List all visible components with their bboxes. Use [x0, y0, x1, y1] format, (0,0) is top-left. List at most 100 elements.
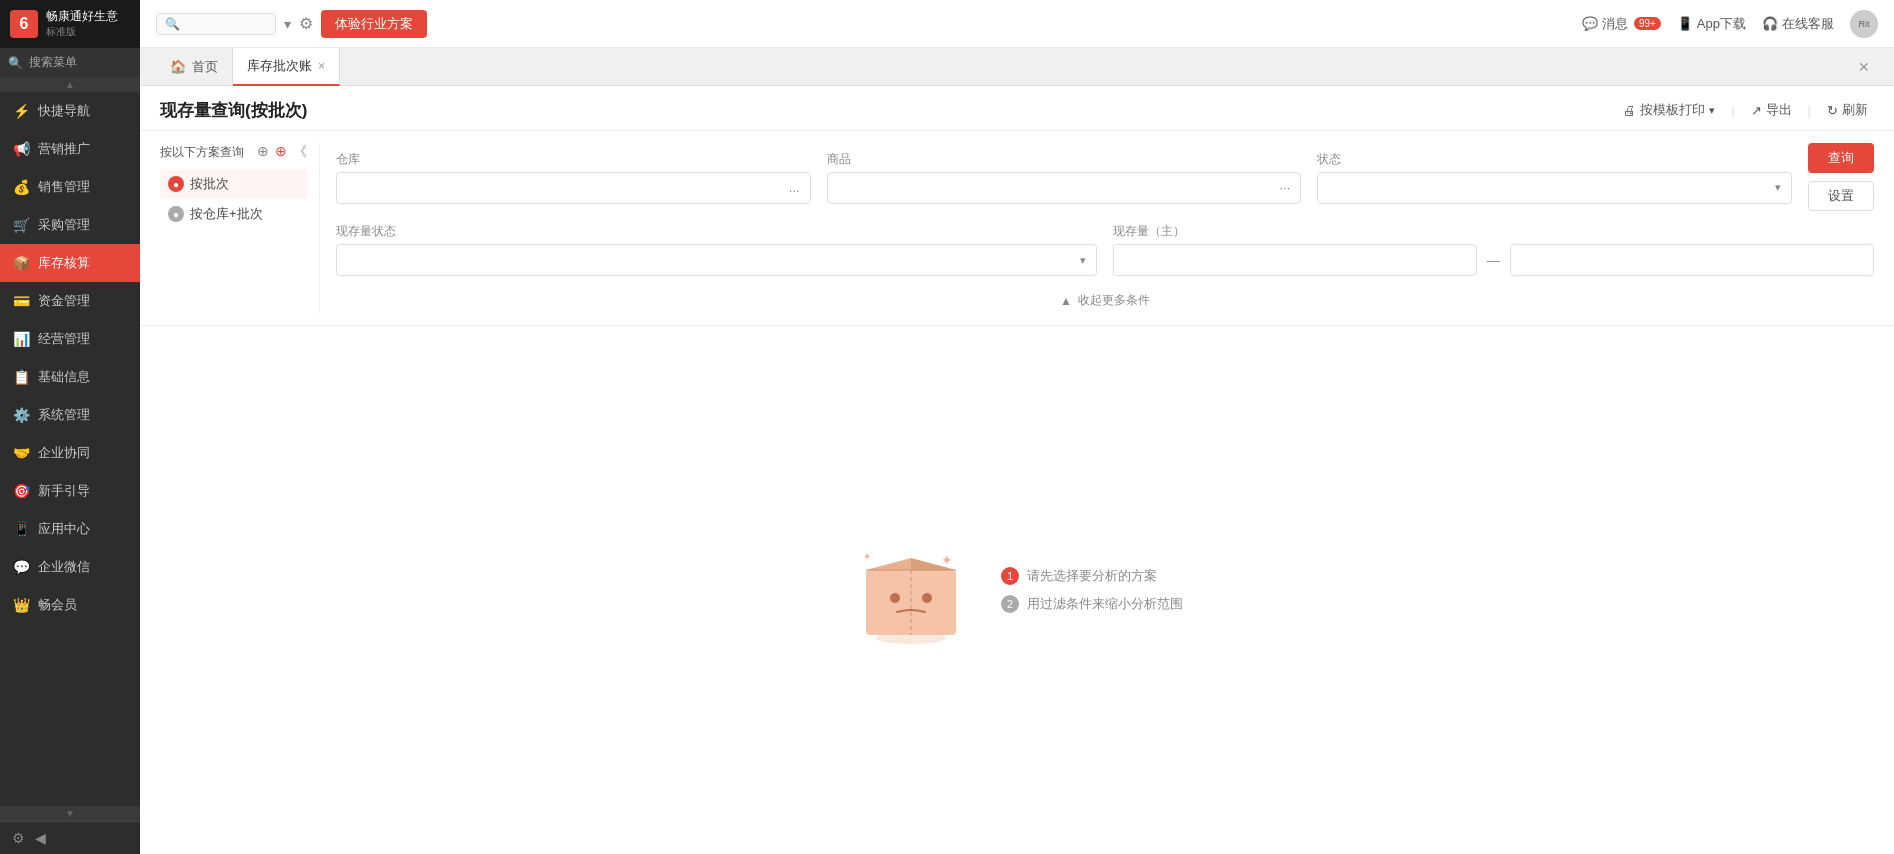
warehouse-batch-option-icon: ●: [168, 206, 184, 222]
tip-num-2: 2: [1001, 595, 1019, 613]
tip-text-1: 请先选择要分析的方案: [1027, 567, 1157, 585]
page-header: 现存量查询(按批次) 🖨 按模板打印 ▾ | ↗ 导出 | ↻ 刷新: [140, 86, 1894, 131]
sales-icon: 💰: [12, 178, 30, 196]
empty-illustration: ✦ ✦: [851, 530, 971, 650]
filter-row-1: 仓库 ... 商品 ··· 状态: [336, 143, 1874, 211]
add-scheme-icon[interactable]: ⊕: [257, 143, 269, 161]
filter-sidebar-icons: ⊕ ⊕ 《: [257, 143, 307, 161]
empty-tip-1: 1 请先选择要分析的方案: [1001, 567, 1183, 585]
inventory-qty-max-input[interactable]: [1510, 244, 1874, 276]
topbar-right: 💬 消息 99+ 📱 App下载 🎧 在线客服 Rit: [1582, 10, 1878, 38]
sidebar-item-finance[interactable]: 💳 资金管理: [0, 282, 140, 320]
filter-option-by-batch[interactable]: ● 按批次: [160, 169, 307, 199]
member-icon: 👑: [12, 596, 30, 614]
tab-home[interactable]: 🏠 首页: [156, 48, 233, 86]
sidebar: 6 畅康通好生意 标准版 🔍 搜索菜单 ▲ ⚡ 快捷导航 📢 营销推广 💰 销售…: [0, 0, 140, 854]
message-action[interactable]: 💬 消息 99+: [1582, 15, 1661, 33]
tab-close-btn[interactable]: ×: [318, 59, 325, 73]
filter-area: 按以下方案查询 ⊕ ⊕ 《 ● 按批次 ● 按仓库+批次: [140, 131, 1894, 326]
query-button[interactable]: 查询: [1808, 143, 1874, 173]
svg-marker-2: [866, 558, 911, 570]
status-select[interactable]: ▾: [1317, 172, 1792, 204]
inventory-icon: 📦: [12, 254, 30, 272]
sidebar-item-sales[interactable]: 💰 销售管理: [0, 168, 140, 206]
product-input[interactable]: ···: [827, 172, 1302, 204]
sidebar-item-appcenter[interactable]: 📱 应用中心: [0, 510, 140, 548]
topbar-search-box[interactable]: 🔍: [156, 13, 276, 35]
export-action[interactable]: ↗ 导出: [1745, 98, 1798, 122]
message-label: 消息: [1602, 15, 1628, 33]
app-download-action[interactable]: 📱 App下载: [1677, 15, 1746, 33]
inventory-qty-min-input[interactable]: [1113, 244, 1477, 276]
app-download-label: App下载: [1697, 15, 1746, 33]
inventory-status-select[interactable]: ▾: [336, 244, 1097, 276]
tab-panel-close-btn[interactable]: ✕: [1850, 55, 1878, 79]
refresh-icon: ↻: [1827, 103, 1838, 118]
sidebar-search[interactable]: 🔍 搜索菜单: [0, 48, 140, 77]
sidebar-item-operation[interactable]: 📊 经营管理: [0, 320, 140, 358]
search-icon: 🔍: [8, 56, 23, 70]
topbar-dropdown-icon[interactable]: ▾: [284, 16, 291, 32]
sidebar-item-newbie[interactable]: 🎯 新手引导: [0, 472, 140, 510]
refresh-action[interactable]: ↻ 刷新: [1821, 98, 1874, 122]
sidebar-settings-btn[interactable]: ⚙: [12, 830, 25, 846]
tab-inventory-batch[interactable]: 库存批次账 ×: [233, 48, 340, 86]
operation-icon: 📊: [12, 330, 30, 348]
wechat-icon: 💬: [12, 558, 30, 576]
warehouse-input[interactable]: ...: [336, 172, 811, 204]
inventory-status-label: 现存量状态: [336, 223, 1097, 240]
filter-option-by-warehouse-batch[interactable]: ● 按仓库+批次: [160, 199, 307, 229]
sidebar-item-member[interactable]: 👑 畅会员: [0, 586, 140, 624]
scheme-label: 按以下方案查询: [160, 144, 244, 161]
empty-svg: ✦ ✦: [851, 530, 971, 650]
filter-field-inventory-status: 现存量状态 ▾: [336, 223, 1097, 276]
online-service-action[interactable]: 🎧 在线客服: [1762, 15, 1834, 33]
settings-button[interactable]: 设置: [1808, 181, 1874, 211]
tabs-bar: 🏠 首页 库存批次账 × ✕: [140, 48, 1894, 86]
sidebar-item-purchase[interactable]: 🛒 采购管理: [0, 206, 140, 244]
collapse-more-label: 收起更多条件: [1078, 292, 1150, 309]
empty-tip-2: 2 用过滤条件来缩小分析范围: [1001, 595, 1183, 613]
print-dropdown-icon[interactable]: ▾: [1709, 104, 1715, 117]
main-area: 🔍 ▾ ⚙ 体验行业方案 💬 消息 99+ 📱 App下载 🎧 在线客服: [140, 0, 1894, 854]
service-icon: 🎧: [1762, 16, 1778, 31]
sidebar-item-enterprise[interactable]: 🤝 企业协同: [0, 434, 140, 472]
sidebar-item-inventory[interactable]: 📦 库存核算: [0, 244, 140, 282]
tip-text-2: 用过滤条件来缩小分析范围: [1027, 595, 1183, 613]
scroll-down-arrow[interactable]: ▼: [0, 806, 140, 821]
page-content: 现存量查询(按批次) 🖨 按模板打印 ▾ | ↗ 导出 | ↻ 刷新: [140, 86, 1894, 854]
sidebar-item-quick-nav[interactable]: ⚡ 快捷导航: [0, 92, 140, 130]
finance-icon: 💳: [12, 292, 30, 310]
collapse-more-btn[interactable]: ▲ 收起更多条件: [336, 288, 1874, 313]
collapse-more-icon: ▲: [1060, 294, 1072, 308]
sidebar-collapse-btn[interactable]: ◀: [35, 830, 46, 846]
filter-field-warehouse: 仓库 ...: [336, 151, 811, 204]
sidebar-item-wechat[interactable]: 💬 企业微信: [0, 548, 140, 586]
filter-action-buttons: 查询 设置: [1808, 143, 1874, 211]
phone-icon: 📱: [1677, 16, 1693, 31]
user-action[interactable]: Rit: [1850, 10, 1878, 38]
print-action[interactable]: 🖨 按模板打印 ▾: [1617, 98, 1721, 122]
quick-nav-icon: ⚡: [12, 102, 30, 120]
sidebar-item-basic[interactable]: 📋 基础信息: [0, 358, 140, 396]
sidebar-item-marketing[interactable]: 📢 营销推广: [0, 130, 140, 168]
filter-field-status: 状态 ▾: [1317, 151, 1792, 204]
scroll-up-arrow[interactable]: ▲: [0, 77, 140, 92]
print-icon: 🖨: [1623, 103, 1636, 118]
experience-btn[interactable]: 体验行业方案: [321, 10, 427, 38]
settings-scheme-icon[interactable]: ⊕: [275, 143, 287, 161]
chevron-down-icon: ▾: [1775, 181, 1781, 194]
company-name: 畅康通好生意: [46, 9, 118, 25]
sidebar-item-system[interactable]: ⚙️ 系统管理: [0, 396, 140, 434]
tab-home-label: 首页: [192, 58, 218, 76]
svg-text:✦: ✦: [863, 551, 871, 562]
filter-field-product: 商品 ···: [827, 151, 1302, 204]
filter-row-2: 现存量状态 ▾ 现存量（主） —: [336, 223, 1874, 276]
page-header-actions: 🖨 按模板打印 ▾ | ↗ 导出 | ↻ 刷新: [1617, 98, 1874, 122]
collapse-scheme-icon[interactable]: 《: [293, 143, 307, 161]
sidebar-nav: ⚡ 快捷导航 📢 营销推广 💰 销售管理 🛒 采购管理 📦 库存核算 💳 资金管…: [0, 92, 140, 806]
export-label: 导出: [1766, 101, 1792, 119]
purchase-icon: 🛒: [12, 216, 30, 234]
topbar-settings-icon[interactable]: ⚙: [299, 14, 313, 33]
topbar-search-input[interactable]: [184, 17, 264, 31]
